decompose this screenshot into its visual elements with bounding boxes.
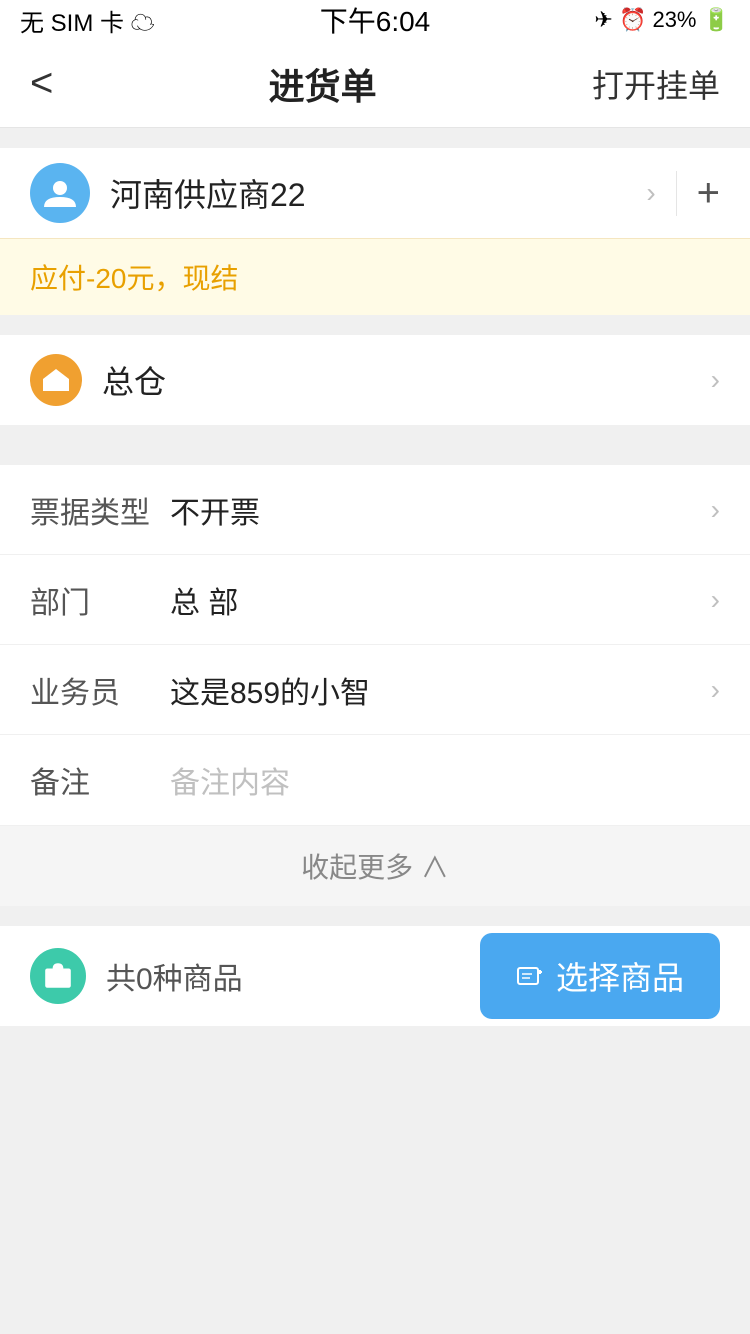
person-icon — [42, 175, 78, 211]
warehouse-icon-bg — [30, 354, 82, 406]
add-supplier-button[interactable]: + — [676, 171, 720, 216]
salesperson-row[interactable]: 业务员 这是859的小智 › — [0, 645, 750, 735]
warehouse-section[interactable]: 总仓 › — [0, 335, 750, 425]
select-product-button[interactable]: 选择商品 — [480, 933, 720, 1019]
salesperson-label: 业务员 — [30, 668, 170, 712]
department-value: 总 部 — [170, 578, 711, 622]
collapse-bar[interactable]: 收起更多 ∧ — [0, 826, 750, 906]
invoice-type-value: 不开票 — [170, 488, 711, 532]
section-gap-2 — [0, 315, 750, 335]
product-count-label: 共0种商品 — [106, 954, 480, 998]
department-row[interactable]: 部门 总 部 › — [0, 555, 750, 645]
back-button[interactable]: < — [30, 61, 53, 106]
bottom-bar: 共0种商品 选择商品 — [0, 926, 750, 1026]
department-arrow-icon: › — [711, 584, 720, 616]
invoice-type-row[interactable]: 票据类型 不开票 › — [0, 465, 750, 555]
warehouse-row[interactable]: 总仓 › — [0, 335, 750, 425]
sim-label: 无 SIM 卡 ☁ — [20, 3, 155, 38]
notice-bar: 应付-20元，现结 — [0, 238, 750, 315]
status-time: 下午6:04 — [320, 0, 431, 40]
battery-label: ✈ ⏰ 23% 🔋 — [594, 7, 730, 33]
salesperson-value: 这是859的小智 — [170, 668, 711, 712]
status-bar: 无 SIM 卡 ☁ 下午6:04 ✈ ⏰ 23% 🔋 — [0, 0, 750, 40]
supplier-avatar — [30, 163, 90, 223]
form-section: 票据类型 不开票 › 部门 总 部 › 业务员 这是859的小智 › 备注 备注… — [0, 465, 750, 825]
warehouse-arrow-icon: › — [711, 364, 720, 396]
product-icon-bg — [30, 948, 86, 1004]
page-title: 进货单 — [269, 58, 377, 110]
open-pending-button[interactable]: 打开挂单 — [592, 61, 720, 107]
select-product-icon — [516, 962, 544, 990]
invoice-type-label: 票据类型 — [30, 488, 170, 532]
nav-bar: < 进货单 打开挂单 — [0, 40, 750, 128]
notice-text: 应付-20元，现结 — [30, 263, 238, 294]
gray-bottom-area — [0, 1026, 750, 1326]
collapse-label: 收起更多 ∧ — [301, 846, 449, 886]
supplier-name: 河南供应商22 — [110, 170, 646, 216]
invoice-type-arrow-icon: › — [711, 494, 720, 526]
remark-input[interactable]: 备注内容 — [170, 758, 720, 802]
product-icon — [42, 960, 74, 992]
department-label: 部门 — [30, 578, 170, 622]
remark-label: 备注 — [30, 758, 170, 802]
warehouse-name: 总仓 — [102, 357, 711, 403]
supplier-row[interactable]: 河南供应商22 › + — [0, 148, 750, 238]
supplier-arrow-icon: › — [646, 177, 655, 209]
remark-row[interactable]: 备注 备注内容 — [0, 735, 750, 825]
section-gap-1 — [0, 128, 750, 148]
select-product-label: 选择商品 — [556, 953, 684, 999]
status-left: 无 SIM 卡 ☁ — [20, 3, 155, 38]
salesperson-arrow-icon: › — [711, 674, 720, 706]
warehouse-icon — [41, 365, 71, 395]
supplier-section: 河南供应商22 › + 应付-20元，现结 — [0, 148, 750, 315]
section-gap-3 — [0, 425, 750, 445]
status-right: ✈ ⏰ 23% 🔋 — [594, 7, 730, 33]
